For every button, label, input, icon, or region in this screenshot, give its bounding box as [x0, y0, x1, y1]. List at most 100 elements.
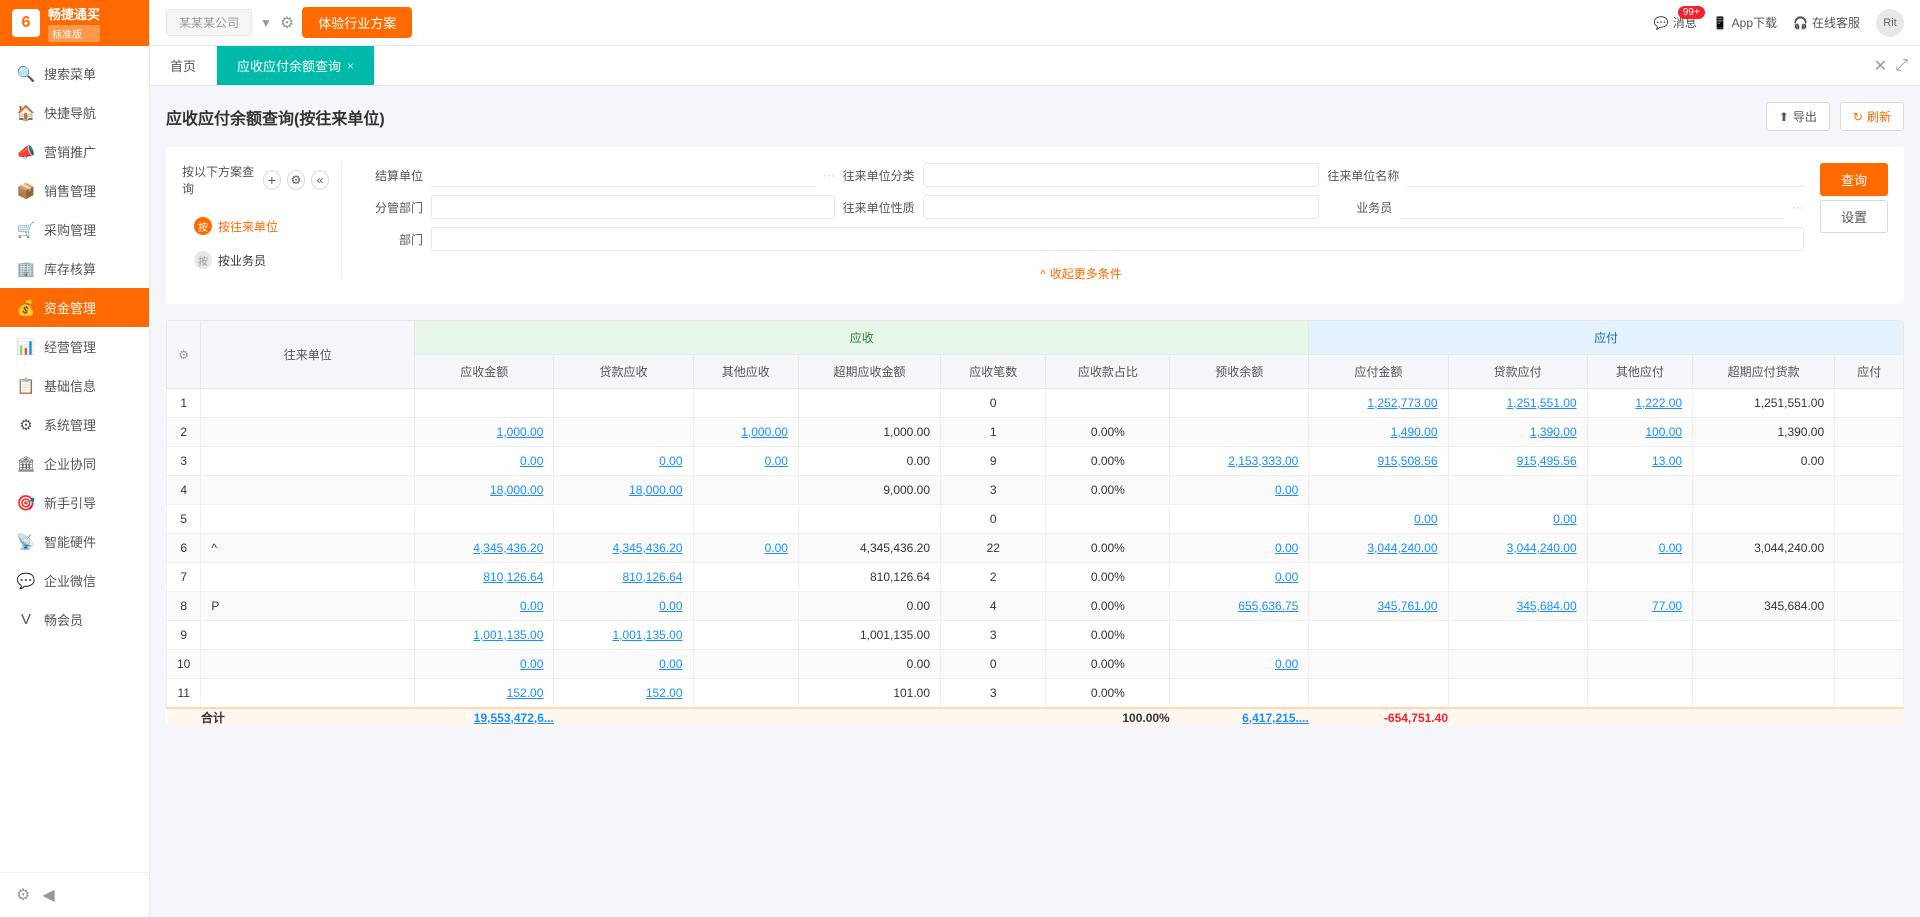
td-pay-amount[interactable]: 0.00 — [1309, 505, 1448, 534]
footer-recv-amount[interactable]: 19,553,472,6... — [415, 708, 554, 726]
td-recv-loan[interactable]: 0.00 — [554, 592, 693, 621]
td-recv-amount[interactable]: 4,345,436.20 — [415, 534, 554, 563]
footer-recv-prepay[interactable]: 6,417,215.... — [1170, 708, 1309, 726]
td-recv-other[interactable]: 0.00 — [693, 447, 798, 476]
dept-manage-select[interactable] — [431, 195, 835, 219]
scheme-by-unit[interactable]: 按 按往来单位 — [182, 209, 329, 243]
sidebar-item-search[interactable]: 🔍 搜索菜单 — [0, 54, 149, 93]
close-tab-icon[interactable]: ✕ — [1874, 56, 1887, 76]
td-pay-other[interactable]: 0.00 — [1587, 534, 1692, 563]
filter-add-btn[interactable]: + — [263, 170, 281, 190]
sidebar-item-purchase[interactable]: 🛒 采购管理 — [0, 210, 149, 249]
td-pay-loan[interactable]: 0.00 — [1448, 505, 1587, 534]
table-container[interactable]: ⚙ 往来单位 应收 应付 应收金额 贷款应收 其他应收 超期应收金额 应收笔数 — [166, 320, 1904, 726]
sidebar-item-hardware[interactable]: 📡 智能硬件 — [0, 522, 149, 561]
tab-receivable[interactable]: 应收应付余额查询 × — [217, 46, 375, 85]
service-item[interactable]: 🎧 在线客服 — [1793, 14, 1860, 31]
sidebar-item-quicknav[interactable]: 🏠 快捷导航 — [0, 93, 149, 132]
sidebar-item-enterprise[interactable]: 🏛 企业协同 — [0, 444, 149, 483]
sidebar-item-operations[interactable]: 📊 经营管理 — [0, 327, 149, 366]
sidebar-item-basic[interactable]: 📋 基础信息 — [0, 366, 149, 405]
td-pay-amount[interactable]: 915,508.56 — [1309, 447, 1448, 476]
salesperson-dots[interactable]: ··· — [1792, 200, 1804, 214]
unit-type-select[interactable] — [923, 163, 1320, 187]
td-recv-prepay[interactable]: 2,153,333.00 — [1170, 447, 1309, 476]
td-pay-loan[interactable]: 345,684.00 — [1448, 592, 1587, 621]
td-recv-prepay[interactable]: 0.00 — [1170, 476, 1309, 505]
td-pay-amount[interactable]: 1,252,773.00 — [1309, 389, 1448, 418]
scheme-by-staff[interactable]: 按 按业务员 — [182, 243, 329, 277]
td-pay-loan[interactable]: 1,251,551.00 — [1448, 389, 1587, 418]
company-name[interactable]: 某某某公司 — [166, 9, 252, 36]
refresh-button[interactable]: ↻ 刷新 — [1840, 102, 1904, 131]
td-recv-amount[interactable]: 152.00 — [415, 679, 554, 709]
settings-topbar-icon[interactable]: ⚙ — [280, 13, 294, 33]
td-recv-amount[interactable]: 0.00 — [415, 447, 554, 476]
td-recv-prepay[interactable]: 0.00 — [1170, 650, 1309, 679]
td-pay-other[interactable]: 1,222.00 — [1587, 389, 1692, 418]
td-recv-loan[interactable]: 18,000.00 — [554, 476, 693, 505]
app-download-item[interactable]: 📱 App下载 — [1713, 14, 1777, 31]
sales-icon: 📦 — [16, 182, 36, 200]
td-recv-prepay[interactable]: 0.00 — [1170, 534, 1309, 563]
collapse-sidebar-icon[interactable]: ◀ — [42, 885, 54, 905]
td-pay-loan[interactable]: 915,495.56 — [1448, 447, 1587, 476]
td-recv-loan[interactable]: 1,001,135.00 — [554, 621, 693, 650]
message-icon-item[interactable]: 💬 消息 99+ — [1654, 14, 1697, 31]
td-recv-loan[interactable]: 810,126.64 — [554, 563, 693, 592]
td-pay-loan[interactable]: 3,044,240.00 — [1448, 534, 1587, 563]
export-button[interactable]: ⬆ 导出 — [1766, 102, 1830, 131]
maximize-icon[interactable]: ⤢ — [1895, 57, 1908, 75]
td-recv-prepay[interactable]: 0.00 — [1170, 563, 1309, 592]
tab-home[interactable]: 首页 — [150, 46, 217, 85]
tab-close-icon[interactable]: × — [347, 59, 354, 73]
sidebar-item-member[interactable]: V 畅会员 — [0, 600, 149, 639]
td-recv-loan[interactable]: 4,345,436.20 — [554, 534, 693, 563]
td-pay-other[interactable]: 100.00 — [1587, 418, 1692, 447]
collapse-filter-btn[interactable]: ^ 收起更多条件 — [358, 259, 1804, 288]
td-recv-loan[interactable]: 0.00 — [554, 447, 693, 476]
settlement-input[interactable] — [431, 164, 815, 187]
td-pay-other[interactable]: 13.00 — [1587, 447, 1692, 476]
set-button[interactable]: 设置 — [1820, 200, 1888, 233]
user-avatar[interactable]: Rit — [1876, 9, 1904, 37]
filter-expand-icon[interactable]: « — [311, 170, 329, 190]
table-settings-icon[interactable]: ⚙ — [178, 348, 189, 362]
top-bar-icons: 💬 消息 99+ 📱 App下载 🎧 在线客服 Rit — [1654, 9, 1904, 37]
sidebar-item-finance[interactable]: 💰 资金管理 — [0, 288, 149, 327]
settlement-dots[interactable]: ··· — [823, 168, 835, 182]
td-recv-amount[interactable]: 1,000.00 — [415, 418, 554, 447]
settings-bottom-icon[interactable]: ⚙ — [16, 885, 30, 905]
solution-btn[interactable]: 体验行业方案 — [302, 7, 412, 38]
unit-name-input[interactable] — [1407, 164, 1804, 187]
td-pay-amount[interactable]: 345,761.00 — [1309, 592, 1448, 621]
sidebar-item-guide[interactable]: 🎯 新手引导 — [0, 483, 149, 522]
td-recv-amount[interactable]: 18,000.00 — [415, 476, 554, 505]
th-settings[interactable]: ⚙ — [167, 321, 201, 389]
sidebar-item-system[interactable]: ⚙ 系统管理 — [0, 405, 149, 444]
td-no: 2 — [167, 418, 201, 447]
salesperson-input[interactable] — [1400, 196, 1784, 219]
td-recv-amount[interactable]: 0.00 — [415, 650, 554, 679]
td-pay-loan[interactable]: 1,390.00 — [1448, 418, 1587, 447]
query-button[interactable]: 查询 — [1820, 163, 1888, 196]
td-recv-prepay[interactable]: 655,636.75 — [1170, 592, 1309, 621]
td-recv-loan[interactable]: 0.00 — [554, 650, 693, 679]
td-pay-amount[interactable]: 1,490.00 — [1309, 418, 1448, 447]
td-pay-other[interactable]: 77.00 — [1587, 592, 1692, 621]
td-recv-other[interactable]: 1,000.00 — [693, 418, 798, 447]
sidebar-item-inventory[interactable]: 🏢 库存核算 — [0, 249, 149, 288]
unit-nature-select[interactable] — [923, 195, 1320, 219]
td-recv-amount[interactable]: 810,126.64 — [415, 563, 554, 592]
dept-select[interactable] — [431, 227, 1804, 251]
td-recv-loan[interactable]: 152.00 — [554, 679, 693, 709]
filter-settings-icon[interactable]: ⚙ — [287, 170, 305, 190]
td-pay-amount[interactable]: 3,044,240.00 — [1309, 534, 1448, 563]
sidebar-item-wechat[interactable]: 💬 企业微信 — [0, 561, 149, 600]
sidebar-item-sales[interactable]: 📦 销售管理 — [0, 171, 149, 210]
sidebar-item-marketing[interactable]: 📣 营销推广 — [0, 132, 149, 171]
td-recv-other[interactable]: 0.00 — [693, 534, 798, 563]
chevron-down-icon[interactable]: ▼ — [260, 16, 272, 30]
td-recv-amount[interactable]: 0.00 — [415, 592, 554, 621]
td-recv-amount[interactable]: 1,001,135.00 — [415, 621, 554, 650]
